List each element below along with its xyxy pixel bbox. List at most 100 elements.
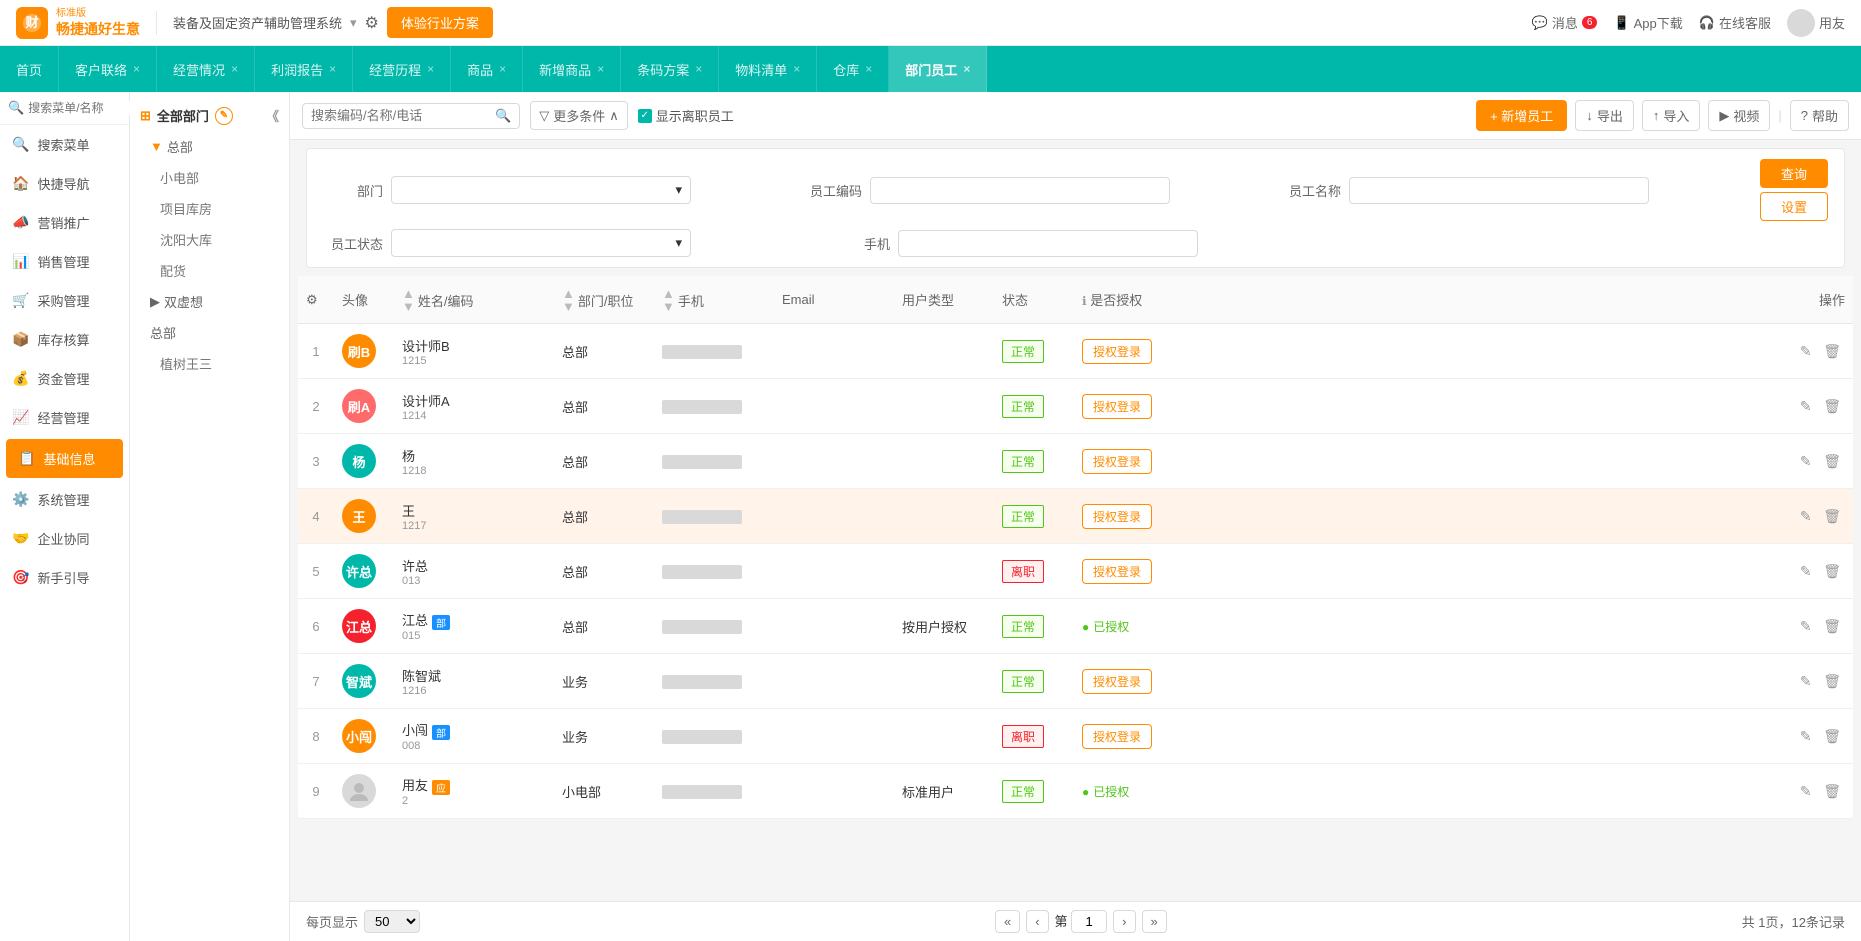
close-icon[interactable]: × [865,62,872,76]
sidebar-item-basic-info[interactable]: 📋 基础信息 [6,439,123,478]
tab-add-goods[interactable]: 新增商品 × [523,46,621,92]
dropdown-arrow-icon[interactable]: ▾ [350,15,357,31]
sidebar-item-search[interactable]: 🔍 搜索菜单 [0,125,129,164]
export-button[interactable]: ↓ 导出 [1575,100,1634,131]
tab-employees[interactable]: 部门员工 × [889,46,987,92]
sort-icon[interactable]: ▲▼ [562,287,575,313]
tab-history[interactable]: 经营历程 × [353,46,451,92]
close-icon[interactable]: × [963,62,970,76]
last-page-btn[interactable]: » [1142,910,1167,933]
per-page-select[interactable]: 50 20 100 [364,910,420,933]
tab-customer[interactable]: 客户联络 × [59,46,157,92]
dept-item-zonbu2[interactable]: 总部 [130,317,289,348]
dept-item-zhishu[interactable]: 植树王三 [130,348,289,379]
message-item[interactable]: 💬 消息 6 [1532,13,1598,32]
more-filter-button[interactable]: ▽ 更多条件 ∧ [530,101,628,130]
delete-button[interactable]: 🗑 [1819,616,1845,637]
close-icon[interactable]: × [427,62,434,76]
edit-button[interactable]: ✎ [1796,671,1816,692]
edit-button[interactable]: ✎ [1796,451,1816,472]
phone-input[interactable] [898,230,1198,257]
import-button[interactable]: ↑ 导入 [1642,100,1701,131]
close-icon[interactable]: × [499,62,506,76]
settings-icon[interactable]: ⚙ [365,13,379,33]
emp-code-input[interactable] [870,177,1170,204]
sidebar-item-guide[interactable]: 🎯 新手引导 [0,558,129,597]
delete-button[interactable]: 🗑 [1819,671,1845,692]
app-download-item[interactable]: 📱 App下载 [1613,13,1682,32]
dept-item-xiaodian[interactable]: 小电部 [130,162,289,193]
emp-name-input[interactable] [1349,177,1649,204]
sidebar-item-inventory[interactable]: 📦 库存核算 [0,320,129,359]
delete-button[interactable]: 🗑 [1819,451,1845,472]
delete-button[interactable]: 🗑 [1819,341,1845,362]
close-icon[interactable]: × [597,62,604,76]
dept-item-shenyang[interactable]: 沈阳大库 [130,224,289,255]
sidebar-item-business[interactable]: 📈 经营管理 [0,398,129,437]
edit-button[interactable]: ✎ [1796,396,1816,417]
close-icon[interactable]: × [695,62,702,76]
first-page-btn[interactable]: « [995,910,1020,933]
status-filter-select[interactable]: ▾ [391,229,691,257]
tab-operation[interactable]: 经营情况 × [157,46,255,92]
auth-button[interactable]: 授权登录 [1082,669,1152,694]
tab-goods[interactable]: 商品 × [451,46,523,92]
next-page-btn[interactable]: › [1113,910,1135,933]
edit-dept-icon[interactable]: ✎ [215,107,233,125]
tab-home[interactable]: 首页 [0,46,59,92]
dept-filter-select[interactable]: ▾ [391,176,691,204]
prev-page-btn[interactable]: ‹ [1026,910,1048,933]
edit-button[interactable]: ✎ [1796,726,1816,747]
page-number-input[interactable] [1071,910,1107,933]
help-button[interactable]: ? 帮助 [1790,100,1849,131]
auth-button[interactable]: 授权登录 [1082,504,1152,529]
view-button[interactable]: ▶ 视频 [1708,100,1770,131]
delete-button[interactable]: 🗑 [1819,781,1845,802]
collapse-tree-btn[interactable]: 《 [266,106,279,125]
tab-profit[interactable]: 利润报告 × [255,46,353,92]
search-icon[interactable]: 🔍 [495,108,511,124]
online-service-item[interactable]: 🎧 在线客服 [1699,13,1771,32]
sidebar-item-quicknav[interactable]: 🏠 快捷导航 [0,164,129,203]
sidebar-item-collab[interactable]: 🤝 企业协同 [0,519,129,558]
query-button[interactable]: 查询 [1760,159,1828,188]
edit-button[interactable]: ✎ [1796,561,1816,582]
close-icon[interactable]: × [329,62,336,76]
dept-item-project[interactable]: 项目库房 [130,193,289,224]
tab-bom[interactable]: 物料清单 × [719,46,817,92]
settings-icon[interactable]: ⚙ [306,292,318,307]
dept-item-peihuo[interactable]: 配货 [130,255,289,286]
add-employee-button[interactable]: + 新增员工 [1476,100,1567,131]
sidebar-item-marketing[interactable]: 📣 营销推广 [0,203,129,242]
delete-button[interactable]: 🗑 [1819,726,1845,747]
sort-icon[interactable]: ▲▼ [402,287,415,313]
close-icon[interactable]: × [793,62,800,76]
sidebar-item-finance[interactable]: 💰 资金管理 [0,359,129,398]
close-icon[interactable]: × [231,62,238,76]
delete-button[interactable]: 🗑 [1819,506,1845,527]
tab-warehouse[interactable]: 仓库 × [817,46,889,92]
sidebar-item-purchase[interactable]: 🛒 采购管理 [0,281,129,320]
delete-button[interactable]: 🗑 [1819,561,1845,582]
user-area[interactable]: 用友 [1787,9,1845,37]
sidebar-item-sales[interactable]: 📊 销售管理 [0,242,129,281]
dept-item-shuangxu[interactable]: ▶ 双虚想 [130,286,289,317]
close-icon[interactable]: × [133,62,140,76]
auth-button[interactable]: 授权登录 [1082,394,1152,419]
edit-button[interactable]: ✎ [1796,506,1816,527]
tab-barcode[interactable]: 条码方案 × [621,46,719,92]
edit-button[interactable]: ✎ [1796,341,1816,362]
auth-button[interactable]: 授权登录 [1082,559,1152,584]
search-employee-input[interactable] [311,108,491,123]
trial-button[interactable]: 体验行业方案 [387,7,493,38]
dept-item-zonbu[interactable]: ▼ 总部 [130,131,289,162]
show-resign-toggle[interactable]: ✓ 显示离职员工 [638,106,734,125]
auth-button[interactable]: 授权登录 [1082,724,1152,749]
sort-icon[interactable]: ▲▼ [662,287,675,313]
sidebar-item-system[interactable]: ⚙️ 系统管理 [0,480,129,519]
edit-button[interactable]: ✎ [1796,616,1816,637]
reset-button[interactable]: 设置 [1760,192,1828,221]
delete-button[interactable]: 🗑 [1819,396,1845,417]
auth-button[interactable]: 授权登录 [1082,449,1152,474]
edit-button[interactable]: ✎ [1796,781,1816,802]
